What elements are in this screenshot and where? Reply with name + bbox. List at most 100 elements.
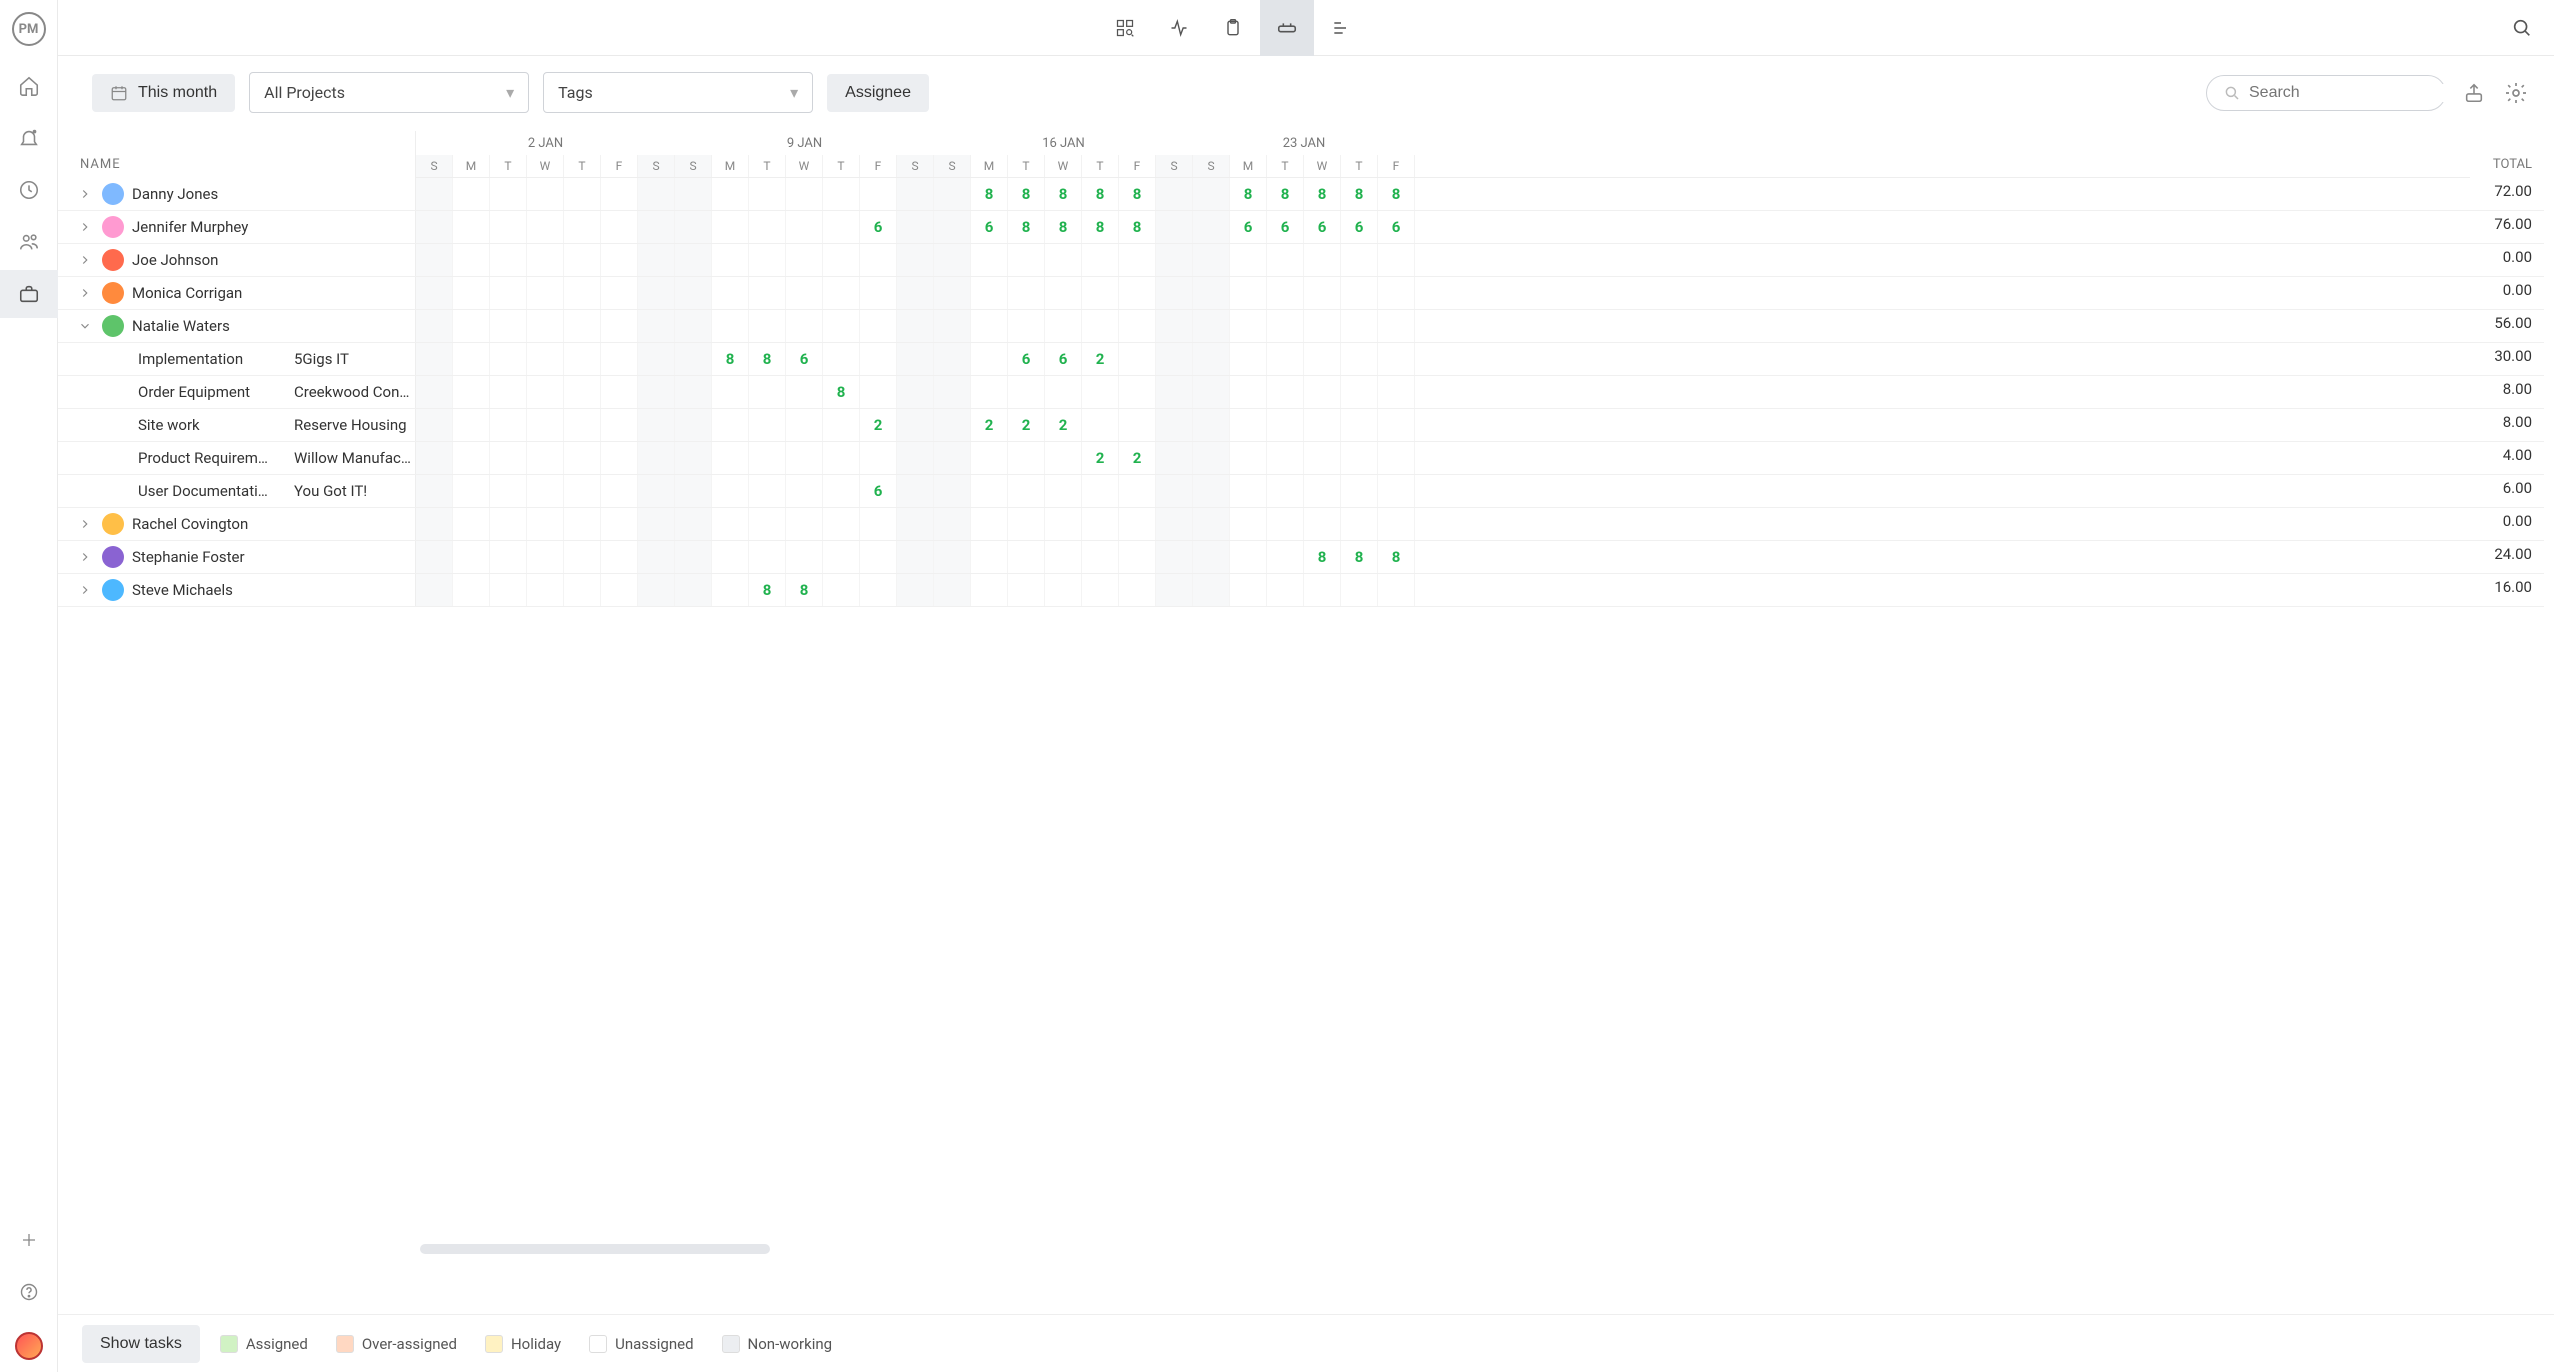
day-cell[interactable] (527, 178, 564, 210)
day-cell[interactable] (749, 409, 786, 441)
day-cell[interactable] (1230, 442, 1267, 474)
assignee-button[interactable]: Assignee (827, 74, 929, 112)
chevron-right-icon[interactable] (76, 284, 94, 302)
day-cell[interactable] (1119, 475, 1156, 507)
chevron-right-icon[interactable] (76, 515, 94, 533)
day-cell[interactable] (1008, 508, 1045, 540)
day-cell[interactable] (1304, 409, 1341, 441)
day-cell[interactable] (860, 541, 897, 573)
day-cell[interactable]: 6 (860, 475, 897, 507)
day-cell[interactable] (934, 475, 971, 507)
day-cell[interactable] (1230, 541, 1267, 573)
day-cell[interactable] (564, 310, 601, 342)
day-cell[interactable] (712, 211, 749, 243)
day-cell[interactable] (897, 442, 934, 474)
day-cell[interactable] (1341, 442, 1378, 474)
day-cell[interactable] (1082, 475, 1119, 507)
day-cell[interactable] (638, 178, 675, 210)
day-cell[interactable] (1156, 442, 1193, 474)
day-cell[interactable] (1008, 244, 1045, 276)
day-cell[interactable] (934, 310, 971, 342)
day-cell[interactable] (453, 211, 490, 243)
day-cell[interactable] (675, 541, 712, 573)
day-cell[interactable] (1008, 442, 1045, 474)
day-cell[interactable] (897, 211, 934, 243)
day-cell[interactable] (564, 343, 601, 375)
day-cell[interactable] (934, 574, 971, 606)
day-cell[interactable] (638, 343, 675, 375)
day-cell[interactable] (1045, 541, 1082, 573)
day-cell[interactable]: 8 (971, 178, 1008, 210)
day-cell[interactable] (1082, 409, 1119, 441)
day-cell[interactable] (1119, 376, 1156, 408)
chevron-right-icon[interactable] (76, 548, 94, 566)
day-cell[interactable] (786, 376, 823, 408)
day-cell[interactable] (453, 475, 490, 507)
day-cell[interactable] (1156, 376, 1193, 408)
day-cell[interactable] (675, 211, 712, 243)
day-cell[interactable] (601, 277, 638, 309)
day-cell[interactable] (1193, 376, 1230, 408)
day-cell[interactable] (749, 211, 786, 243)
day-cell[interactable] (527, 508, 564, 540)
day-cell[interactable] (416, 574, 453, 606)
day-cell[interactable] (971, 508, 1008, 540)
day-cell[interactable] (1045, 244, 1082, 276)
day-cell[interactable] (1082, 508, 1119, 540)
day-cell[interactable] (601, 409, 638, 441)
day-cell[interactable] (897, 277, 934, 309)
day-cell[interactable] (1193, 310, 1230, 342)
day-cell[interactable] (638, 244, 675, 276)
day-cell[interactable] (1119, 277, 1156, 309)
day-cell[interactable] (1304, 277, 1341, 309)
day-cell[interactable] (712, 376, 749, 408)
day-cell[interactable] (527, 541, 564, 573)
day-cell[interactable] (1378, 343, 1415, 375)
day-cell[interactable] (712, 442, 749, 474)
day-cell[interactable] (1304, 574, 1341, 606)
day-cell[interactable] (1230, 343, 1267, 375)
day-cell[interactable] (934, 178, 971, 210)
day-cell[interactable] (638, 409, 675, 441)
day-cell[interactable] (490, 211, 527, 243)
day-cell[interactable] (453, 178, 490, 210)
day-cell[interactable] (1267, 574, 1304, 606)
day-cell[interactable] (1378, 409, 1415, 441)
day-cell[interactable] (1045, 376, 1082, 408)
day-cell[interactable] (823, 244, 860, 276)
day-cell[interactable] (786, 244, 823, 276)
chevron-right-icon[interactable] (76, 218, 94, 236)
day-cell[interactable] (1045, 310, 1082, 342)
view-activity-icon[interactable] (1152, 0, 1206, 56)
day-cell[interactable] (638, 508, 675, 540)
day-cell[interactable] (1378, 310, 1415, 342)
day-cell[interactable] (712, 475, 749, 507)
chevron-right-icon[interactable] (76, 185, 94, 203)
day-cell[interactable] (1304, 475, 1341, 507)
day-cell[interactable] (1378, 244, 1415, 276)
day-cell[interactable] (860, 442, 897, 474)
day-cell[interactable] (712, 310, 749, 342)
day-cell[interactable] (1193, 475, 1230, 507)
day-cell[interactable] (749, 376, 786, 408)
day-cell[interactable] (1267, 310, 1304, 342)
day-cell[interactable] (1267, 508, 1304, 540)
day-cell[interactable]: 2 (971, 409, 1008, 441)
day-cell[interactable] (1230, 310, 1267, 342)
day-cell[interactable] (897, 178, 934, 210)
day-cell[interactable] (971, 442, 1008, 474)
day-cell[interactable] (416, 310, 453, 342)
day-cell[interactable] (1008, 541, 1045, 573)
horizontal-scrollbar[interactable] (420, 1244, 770, 1254)
day-cell[interactable] (1045, 574, 1082, 606)
day-cell[interactable]: 6 (1230, 211, 1267, 243)
view-overview-icon[interactable] (1098, 0, 1152, 56)
day-cell[interactable] (416, 541, 453, 573)
day-cell[interactable] (1156, 508, 1193, 540)
day-cell[interactable] (638, 211, 675, 243)
day-cell[interactable] (675, 442, 712, 474)
day-cell[interactable] (823, 277, 860, 309)
day-cell[interactable]: 2 (860, 409, 897, 441)
day-cell[interactable] (564, 244, 601, 276)
day-cell[interactable] (490, 178, 527, 210)
